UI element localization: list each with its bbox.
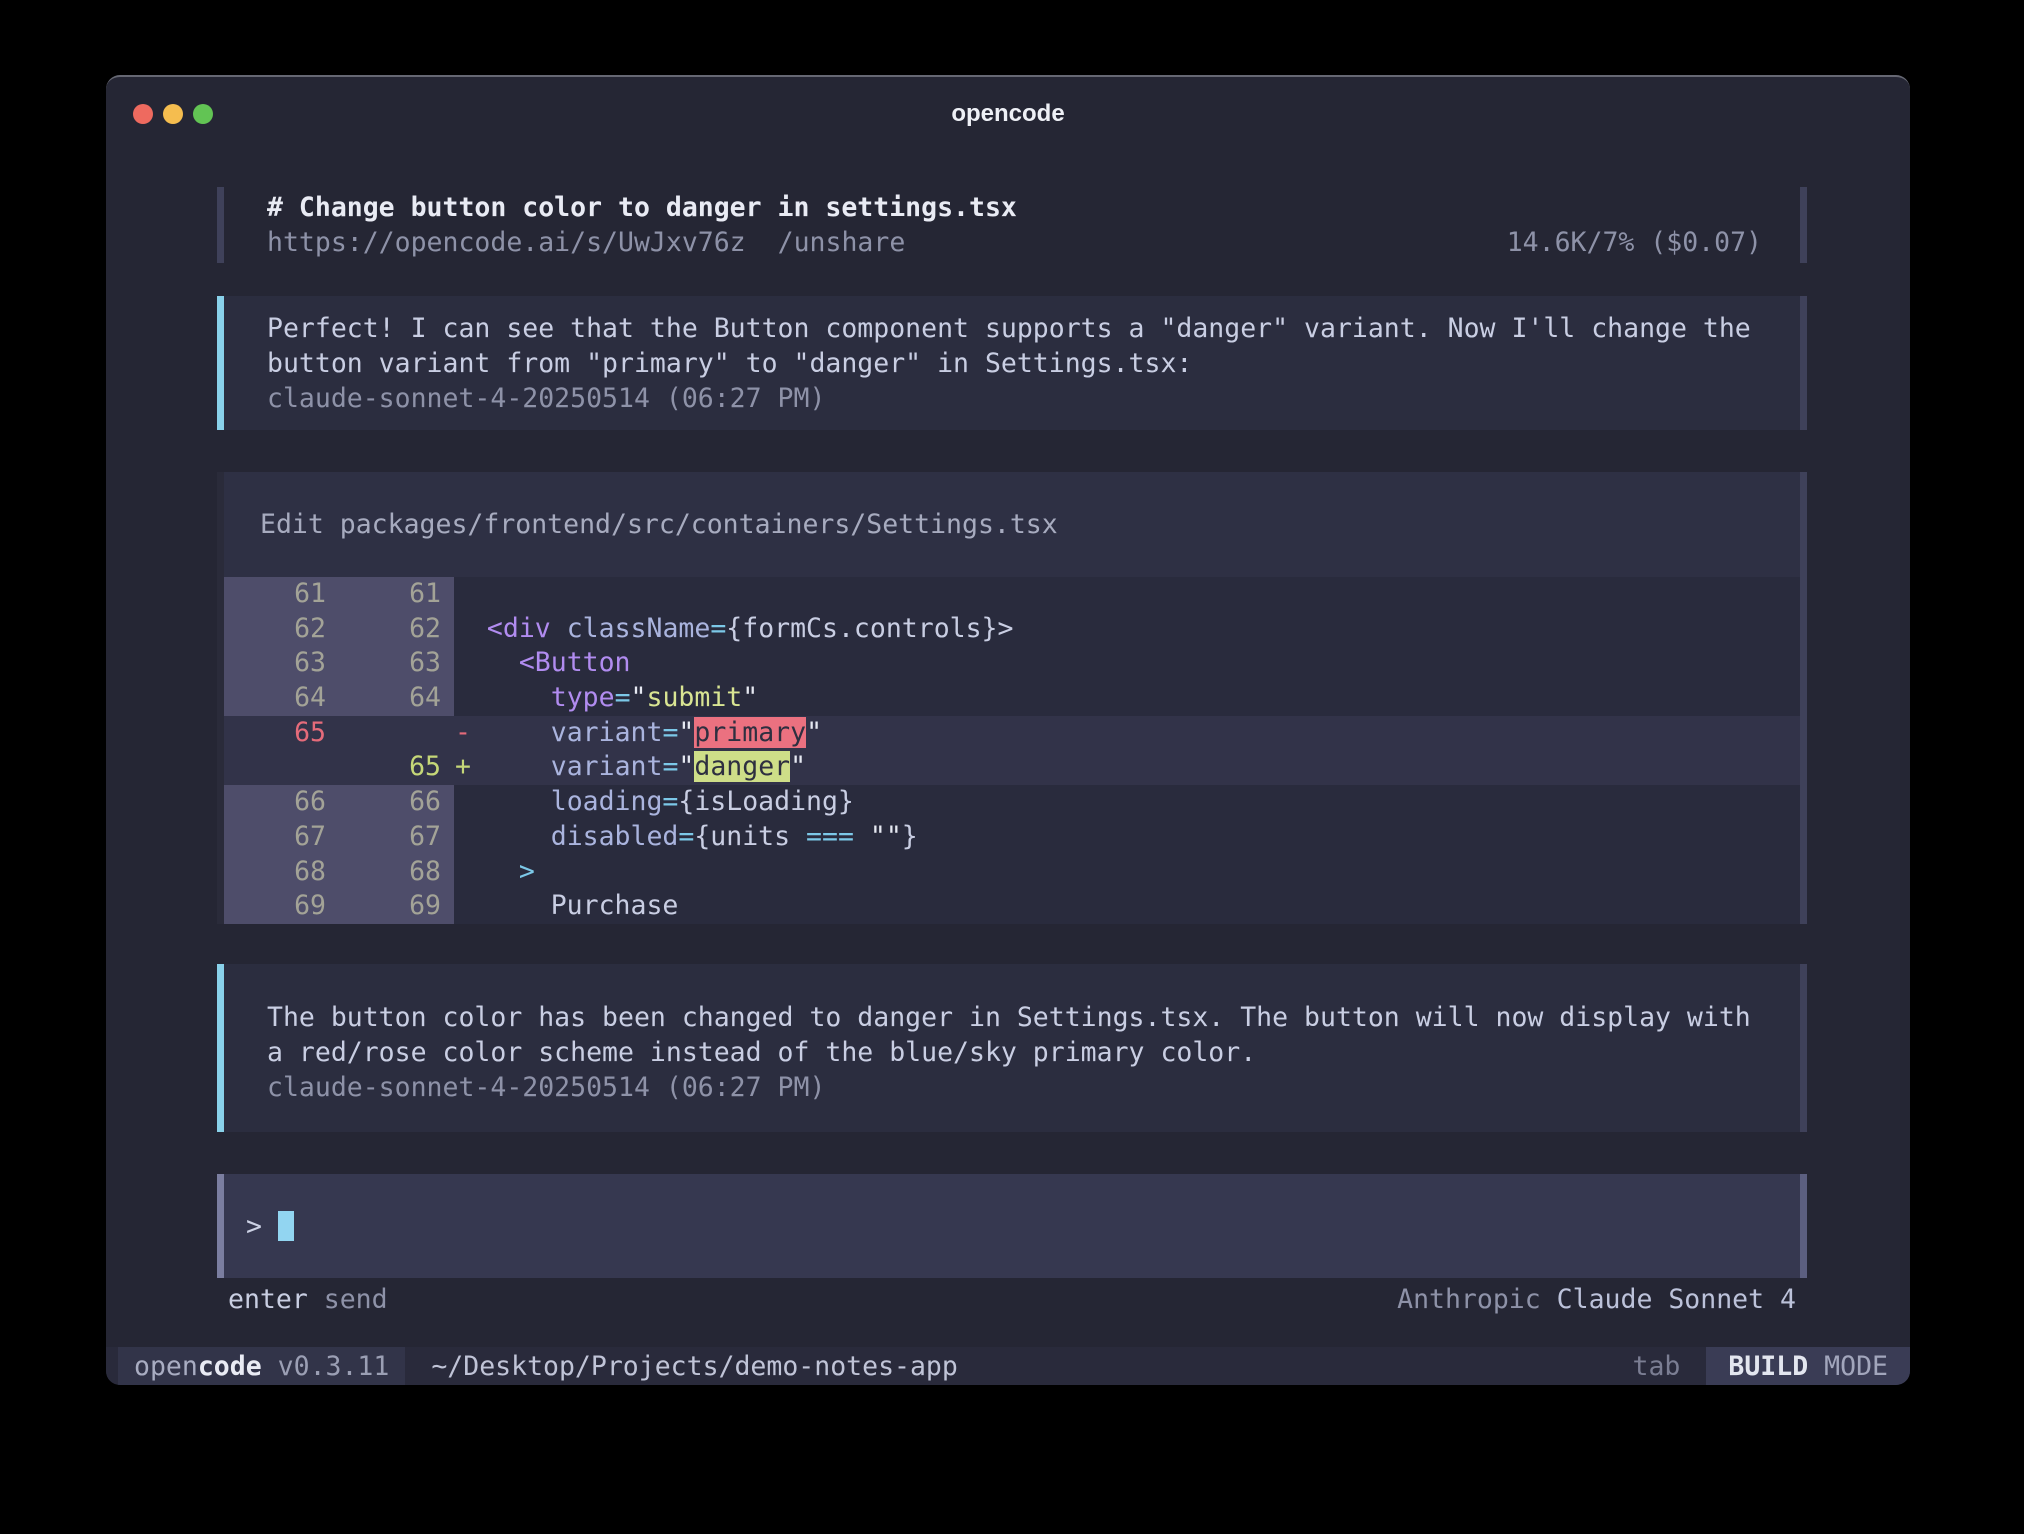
assistant-message-text: Perfect! I can see that the Button compo… [267, 311, 1800, 381]
edit-tool-card: Edit packages/frontend/src/containers/Se… [217, 472, 1807, 924]
mode-suffix: MODE [1824, 1351, 1888, 1382]
diff-row: 65 - variant="primary" [224, 716, 1800, 751]
mode-toggle[interactable]: BUILD MODE [1706, 1347, 1910, 1385]
diff-new-line-number [339, 716, 454, 751]
assistant-message-meta: claude-sonnet-4-20250514 (06:27 PM) [267, 1070, 1800, 1105]
diff-code-line: - variant="primary" [454, 716, 1800, 751]
diff-row: 6868 > [224, 855, 1800, 890]
status-bar-right: tab BUILD MODE [1633, 1347, 1910, 1385]
context-usage-stats: 14.6K/7% ($0.07) [1507, 225, 1762, 260]
window-title: opencode [951, 100, 1064, 128]
diff-new-line-number: 65 [339, 750, 454, 785]
diff-old-line-number: 64 [224, 681, 339, 716]
send-action-hint: send [324, 1284, 388, 1315]
share-links: https://opencode.ai/s/UwJxv76z/unshare [267, 225, 905, 260]
diff-row: 6363 <Button [224, 646, 1800, 681]
unshare-command[interactable]: /unshare [778, 227, 906, 258]
diff-new-line-number: 68 [339, 855, 454, 890]
diff-old-line-number: 65 [224, 716, 339, 751]
session-subtitle-row: https://opencode.ai/s/UwJxv76z/unshare 1… [267, 225, 1762, 260]
model-indicator: Anthropic Claude Sonnet 4 [1397, 1282, 1796, 1317]
diff-new-line-number: 64 [339, 681, 454, 716]
diff-old-line-number: 66 [224, 785, 339, 820]
hints-row: enter send Anthropic Claude Sonnet 4 [217, 1282, 1807, 1317]
app-window: opencode # Change button color to danger… [106, 75, 1910, 1385]
diff-new-line-number: 67 [339, 820, 454, 855]
diff-row: 6969 Purchase [224, 889, 1800, 924]
titlebar: opencode [106, 77, 1910, 151]
diff-rows: 61616262 <div className={formCs.controls… [224, 577, 1800, 924]
app-name-open: open [134, 1351, 198, 1382]
diff-old-line-number: 67 [224, 820, 339, 855]
status-bar: opencode v0.3.11 ~/Desktop/Projects/demo-… [106, 1347, 1910, 1385]
enter-key-hint: enter [228, 1284, 308, 1315]
diff-old-line-number: 62 [224, 612, 339, 647]
session-title: # Change button color to danger in setti… [267, 190, 1762, 225]
minimize-button[interactable] [163, 104, 183, 124]
diff-old-line-number: 63 [224, 646, 339, 681]
assistant-message-text: The button color has been changed to dan… [267, 1000, 1800, 1070]
diff-old-line-number [224, 750, 339, 785]
diff-new-line-number: 63 [339, 646, 454, 681]
diff-code-line: loading={isLoading} [454, 785, 1800, 820]
diff-code-line: <div className={formCs.controls}> [454, 612, 1800, 647]
diff-row: 65+ variant="danger" [224, 750, 1800, 785]
diff-row: 6262 <div className={formCs.controls}> [224, 612, 1800, 647]
provider-name: Anthropic [1397, 1284, 1541, 1315]
app-version-chip: opencode v0.3.11 [118, 1347, 405, 1385]
mode-label: BUILD [1728, 1351, 1808, 1382]
diff-new-line-number: 61 [339, 577, 454, 612]
diff-new-line-number: 66 [339, 785, 454, 820]
session-header: # Change button color to danger in setti… [217, 187, 1807, 263]
app-name-code: code [198, 1351, 262, 1382]
diff-row: 6767 disabled={units === ""} [224, 820, 1800, 855]
working-directory: ~/Desktop/Projects/demo-notes-app [431, 1351, 958, 1382]
diff-code-line: <Button [454, 646, 1800, 681]
diff-code-line: type="submit" [454, 681, 1800, 716]
diff-code-line: disabled={units === ""} [454, 820, 1800, 855]
zoom-button[interactable] [193, 104, 213, 124]
edit-tool-title: Edit packages/frontend/src/containers/Se… [224, 472, 1800, 577]
diff-old-line-number: 69 [224, 889, 339, 924]
diff-row: 6464 type="submit" [224, 681, 1800, 716]
app-version: v0.3.11 [278, 1351, 390, 1382]
diff-code-line: > [454, 855, 1800, 890]
close-button[interactable] [133, 104, 153, 124]
assistant-message: Perfect! I can see that the Button compo… [217, 296, 1807, 430]
diff-old-line-number: 68 [224, 855, 339, 890]
assistant-message: The button color has been changed to dan… [217, 964, 1807, 1132]
prompt-input[interactable]: > [217, 1174, 1807, 1278]
diff-code-line: + variant="danger" [454, 750, 1800, 785]
text-cursor [278, 1211, 294, 1241]
diff-code-line: Purchase [454, 889, 1800, 924]
diff-row: 6161 [224, 577, 1800, 612]
diff-row: 6666 loading={isLoading} [224, 785, 1800, 820]
diff-new-line-number: 69 [339, 889, 454, 924]
send-hint: enter send [228, 1282, 388, 1317]
diff-code-line [454, 577, 1800, 612]
diff-old-line-number: 61 [224, 577, 339, 612]
prompt-symbol: > [246, 1211, 262, 1242]
window-controls [133, 104, 213, 124]
tab-key-hint: tab [1633, 1351, 1681, 1382]
model-name: Claude Sonnet 4 [1557, 1284, 1796, 1315]
assistant-message-meta: claude-sonnet-4-20250514 (06:27 PM) [267, 381, 1800, 416]
share-url-link[interactable]: https://opencode.ai/s/UwJxv76z [267, 227, 746, 258]
diff-new-line-number: 62 [339, 612, 454, 647]
